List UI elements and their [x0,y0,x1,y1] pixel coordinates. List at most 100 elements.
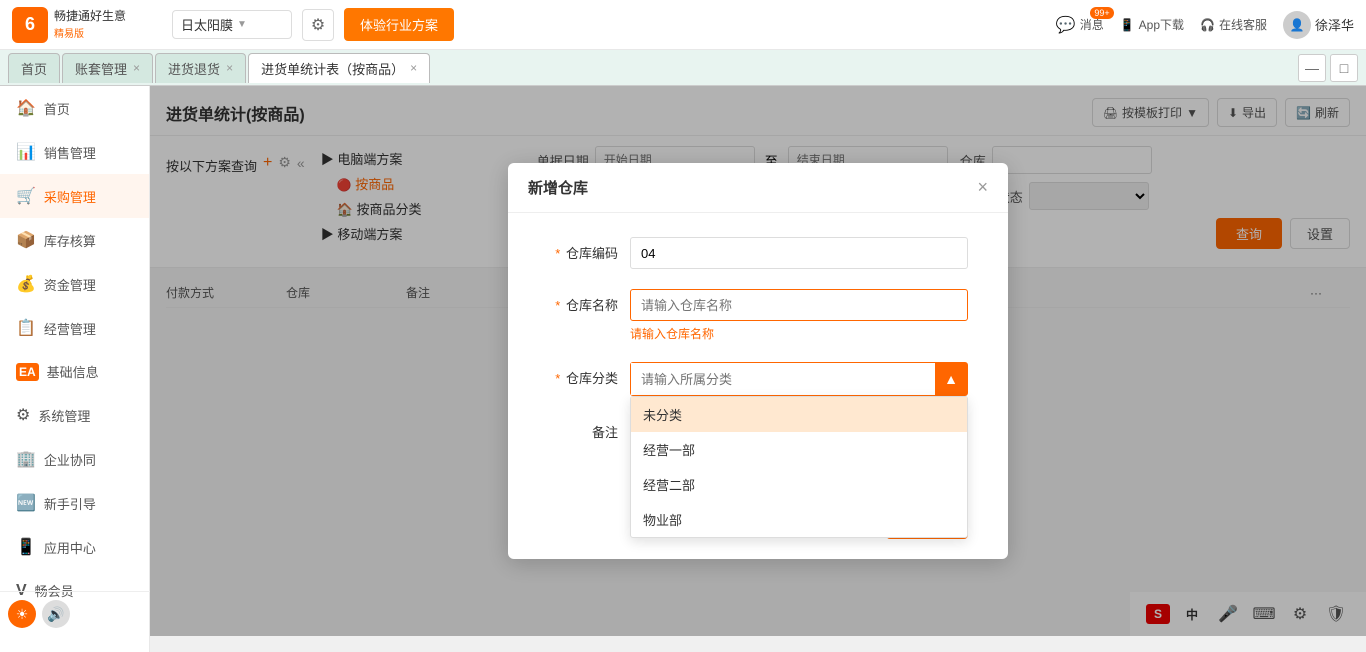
inventory-icon: 📦 [16,230,36,250]
content-area: 进货单统计(按商品) 🖨 按模板打印 ▼ ⬇ 导出 🔄 刷新 [150,86,1366,636]
home-icon: 🏠 [16,98,36,118]
sidebar-wrapper: 🏠 首页 📊 销售管理 🛒 采购管理 📦 库存核算 💰 资金管理 📋 经 [0,86,150,636]
sidebar-item-app[interactable]: 📱 应用中心 [0,525,149,569]
category-dropdown-list: 未分类 经营一部 经营二部 物业部 [630,396,968,538]
finance-icon: 💰 [16,274,36,294]
modal-close-button[interactable]: × [977,177,988,198]
sidebar-item-guide[interactable]: 🆕 新手引导 [0,481,149,525]
purchase-icon: 🛒 [16,186,36,206]
sidebar-item-finance-label: 资金管理 [44,275,96,294]
sidebar-item-app-label: 应用中心 [44,538,96,557]
tab-home[interactable]: 首页 [8,53,60,83]
app-label: App下载 [1139,16,1184,33]
code-form-row: * 仓库编码 [548,237,968,269]
category-input[interactable] [631,363,935,395]
sidebar-item-guide-label: 新手引导 [44,494,96,513]
sidebar-item-enterprise[interactable]: 🏢 企业协同 [0,437,149,481]
category-option-dept2[interactable]: 经营二部 [631,467,967,502]
category-label: * 仓库分类 [548,362,618,387]
sidebar-item-home[interactable]: 🏠 首页 [0,86,149,130]
sidebar-item-sales[interactable]: 📊 销售管理 [0,130,149,174]
tab-accounts[interactable]: 账套管理 × [62,53,153,83]
name-required-mark: * [555,298,560,313]
modal-overlay[interactable]: 新增仓库 × * 仓库编码 [150,86,1366,636]
required-mark: * [555,246,560,261]
sidebar-sun-button[interactable]: ☀ [8,600,36,628]
topbar: 6 畅捷通好生意 精易版 日太阳膜 ▼ ⚙ 体验行业方案 💬 消息 99+ 📱 … [0,0,1366,50]
logo-sub: 精易版 [54,25,126,40]
logo-icon: 6 [12,7,48,43]
user-name: 徐泽华 [1315,15,1354,34]
system-icon: ⚙ [16,405,30,425]
message-button[interactable]: 💬 消息 99+ [1056,15,1104,35]
sidebar-item-basic[interactable]: EA 基础信息 [0,350,149,393]
code-control [630,237,968,269]
message-icon: 💬 [1056,15,1076,35]
app-download-button[interactable]: 📱 App下载 [1120,16,1184,33]
name-label: * 仓库名称 [548,289,618,314]
modal-body: * 仓库编码 * 仓库名称 [508,213,1008,492]
name-error-msg: 请输入仓库名称 [630,325,968,342]
category-form-row: * 仓库分类 ▲ 未分类 经营一部 经营二部 [548,362,968,396]
window-maximize-button[interactable]: □ [1330,54,1358,82]
warehouse-code-input[interactable] [630,237,968,269]
tab-purchase-return-close[interactable]: × [226,61,233,75]
name-control: 请输入仓库名称 [630,289,968,342]
tabbar-controls: — □ [1298,54,1358,82]
sidebar-item-system-label: 系统管理 [38,406,90,425]
category-option-unclassified[interactable]: 未分类 [631,397,967,432]
user-area[interactable]: 👤 徐泽华 [1283,11,1354,39]
avatar: 👤 [1283,11,1311,39]
operation-icon: 📋 [16,318,36,338]
category-option-property[interactable]: 物业部 [631,502,967,537]
headset-icon: 🎧 [1200,18,1215,32]
category-option-dept1[interactable]: 经营一部 [631,432,967,467]
category-dropdown-row: ▲ [630,362,968,396]
sidebar-item-operation[interactable]: 📋 经营管理 [0,306,149,350]
message-label: 消息 [1080,16,1104,33]
store-selector[interactable]: 日太阳膜 ▼ [172,10,292,39]
app-center-icon: 📱 [16,537,36,557]
sidebar-item-operation-label: 经营管理 [44,319,96,338]
chevron-down-icon: ▼ [237,19,247,30]
sidebar: 🏠 首页 📊 销售管理 🛒 采购管理 📦 库存核算 💰 资金管理 📋 经 [0,86,150,652]
tab-purchase-stats-close[interactable]: × [410,61,417,75]
code-label: * 仓库编码 [548,237,618,262]
tab-purchase-return[interactable]: 进货退货 × [155,53,246,83]
topbar-right: 💬 消息 99+ 📱 App下载 🎧 在线客服 👤 徐泽华 [1056,11,1354,39]
settings-button[interactable]: ⚙ [302,9,334,41]
enterprise-icon: 🏢 [16,449,36,469]
customer-service-button[interactable]: 🎧 在线客服 [1200,16,1267,33]
warehouse-name-input[interactable] [630,289,968,321]
tab-purchase-return-label: 进货退货 [168,59,220,78]
category-control: ▲ 未分类 经营一部 经营二部 物业部 [630,362,968,396]
name-form-row: * 仓库名称 请输入仓库名称 [548,289,968,342]
sidebar-item-purchase[interactable]: 🛒 采购管理 [0,174,149,218]
basic-icon: EA [16,363,39,381]
store-name: 日太阳膜 [181,15,233,34]
tab-accounts-label: 账套管理 [75,59,127,78]
sidebar-sound-button[interactable]: 🔊 [42,600,70,628]
sidebar-item-basic-label: 基础信息 [47,362,99,381]
modal-note-label: 备注 [548,416,618,441]
tab-purchase-stats[interactable]: 进货单统计表（按商品） × [248,53,430,83]
sidebar-item-finance[interactable]: 💰 资金管理 [0,262,149,306]
sidebar-item-home-label: 首页 [44,99,70,118]
modal-title: 新增仓库 [528,177,588,198]
tab-accounts-close[interactable]: × [133,61,140,75]
sidebar-item-purchase-label: 采购管理 [44,187,96,206]
trial-button[interactable]: 体验行业方案 [344,8,454,41]
app-icon: 📱 [1120,18,1135,32]
tabbar: 首页 账套管理 × 进货退货 × 进货单统计表（按商品） × — □ [0,50,1366,86]
sidebar-item-inventory[interactable]: 📦 库存核算 [0,218,149,262]
guide-icon: 🆕 [16,493,36,513]
logo-text: 畅捷通好生意 [54,9,126,25]
window-minimize-button[interactable]: — [1298,54,1326,82]
sidebar-item-system[interactable]: ⚙ 系统管理 [0,393,149,437]
category-dropdown-toggle[interactable]: ▲ [935,363,967,395]
sidebar-item-enterprise-label: 企业协同 [44,450,96,469]
tab-purchase-stats-label: 进货单统计表（按商品） [261,59,404,78]
logo-area: 6 畅捷通好生意 精易版 [12,7,162,43]
cat-required-mark: * [555,371,560,386]
service-label: 在线客服 [1219,16,1267,33]
